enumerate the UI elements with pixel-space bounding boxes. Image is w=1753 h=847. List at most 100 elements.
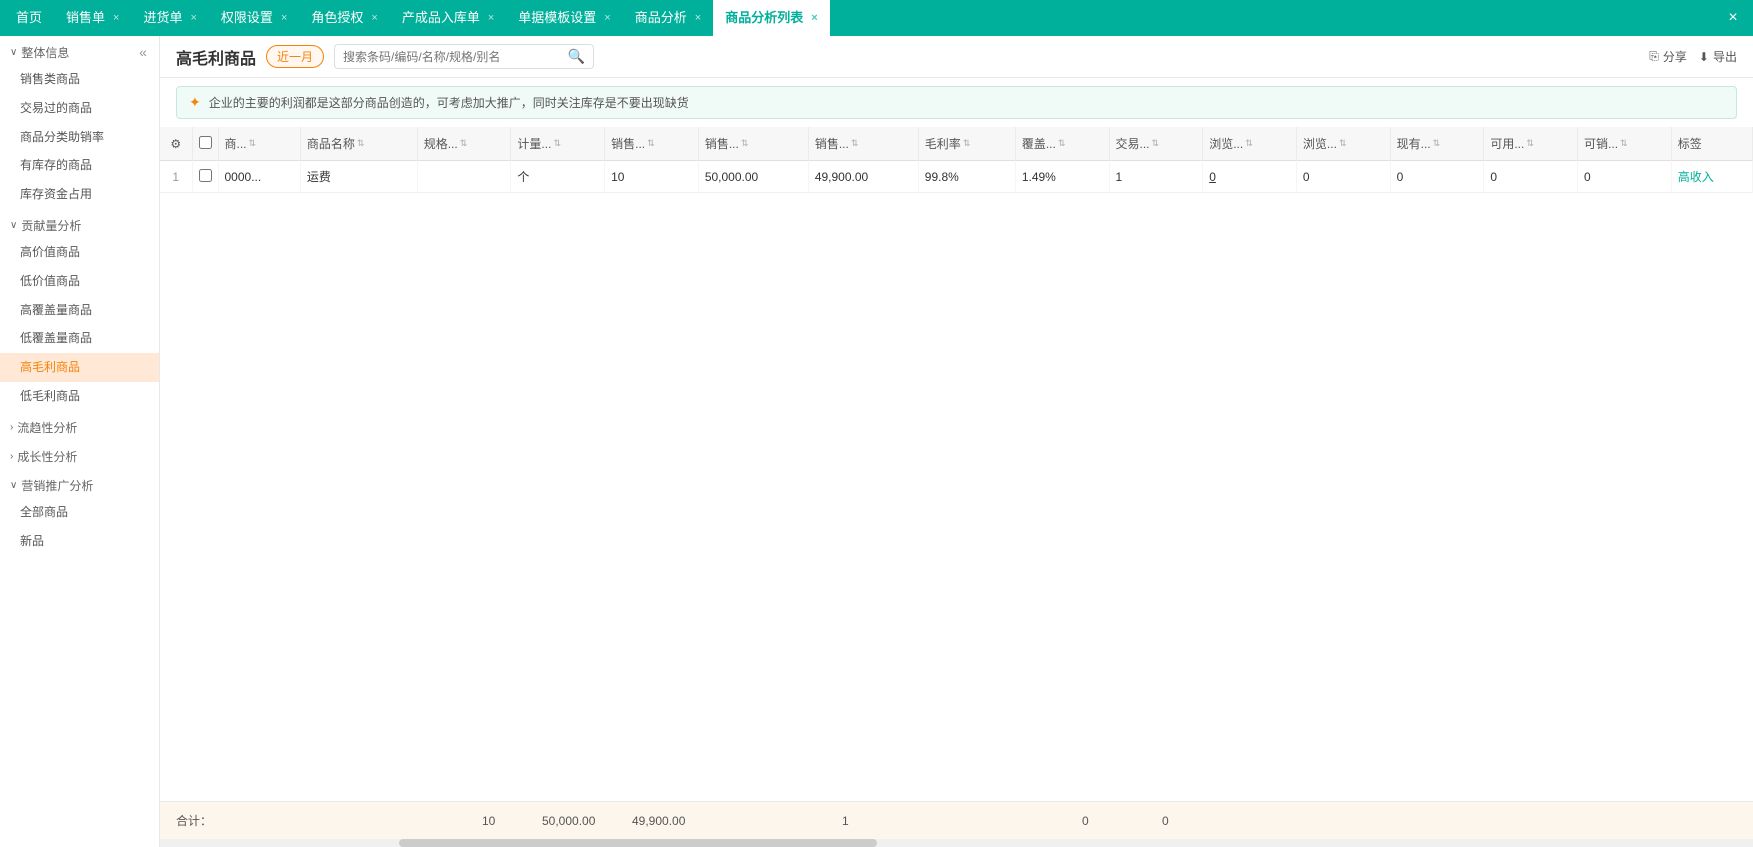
col-browse1[interactable]: 浏览... ⇅ [1203,127,1297,161]
col-settings[interactable]: ⚙ [160,127,192,161]
nav-item-template[interactable]: 单据模板设置 × [506,0,622,36]
table-row: 1 0000... 运费 [160,161,1753,193]
col-unit-sort[interactable]: ⇅ [553,138,561,149]
col-sales2-sort[interactable]: ⇅ [741,138,749,149]
col-sellable[interactable]: 可销... ⇅ [1578,127,1672,161]
nav-item-product-analysis[interactable]: 商品分析 × [623,0,713,36]
col-available-sort[interactable]: ⇅ [1526,138,1534,149]
row-sales2: 50,000.00 [698,161,808,193]
row-checkbox[interactable] [199,169,212,182]
footer-empty1 [256,814,476,828]
nav-item-sales[interactable]: 销售单 × [54,0,131,36]
row-current-stock: 0 [1390,161,1484,193]
close-sales-tab[interactable]: × [113,0,119,36]
sidebar-collapse-button[interactable]: « [133,42,153,62]
sidebar-item-low-value[interactable]: 低价值商品 [0,267,159,296]
close-permission-tab[interactable]: × [281,0,287,36]
col-sales3[interactable]: 销售... ⇅ [808,127,918,161]
sidebar-group-marketing[interactable]: ∨ 营销推广分析 [0,469,159,498]
col-spec-sort[interactable]: ⇅ [460,138,468,149]
col-coverage[interactable]: 覆盖... ⇅ [1015,127,1109,161]
sales-products-label: 销售类商品 [20,72,80,86]
sidebar-group-trend[interactable]: › 流趋性分析 [0,411,159,440]
nav-item-permission[interactable]: 权限设置 × [209,0,299,36]
close-template-tab[interactable]: × [604,0,610,36]
search-icon[interactable]: 🔍 [568,48,585,65]
overall-group-label: 整体信息 [21,44,69,61]
data-table-container: ⚙ 商... ⇅ 商品名称 [160,127,1753,801]
nav-item-role[interactable]: 角色授权 × [299,0,389,36]
nav-item-home[interactable]: 首页 [4,0,54,36]
content-area: 高毛利商品 近一月 🔍 ⎘ 分享 ⬇ 导出 ✦ 企业的主 [160,36,1753,847]
sidebar-item-all-products[interactable]: 全部商品 [0,498,159,527]
traded-products-label: 交易过的商品 [20,101,92,115]
col-gross-rate[interactable]: 毛利率 ⇅ [918,127,1015,161]
col-sales1-sort[interactable]: ⇅ [647,138,655,149]
col-tag[interactable]: 标签 [1671,127,1752,161]
col-browse2-sort[interactable]: ⇅ [1339,138,1347,149]
filter-period-button[interactable]: 近一月 [266,45,324,68]
sidebar-item-high-value[interactable]: 高价值商品 [0,238,159,267]
close-analysis-list-tab[interactable]: × [811,0,817,36]
search-input[interactable] [343,50,564,64]
col-gross-rate-sort[interactable]: ⇅ [963,138,971,149]
bottom-scrollbar[interactable] [160,839,1753,847]
row-unit: 个 [511,161,605,193]
col-available[interactable]: 可用... ⇅ [1484,127,1578,161]
close-purchase-tab[interactable]: × [190,0,196,36]
scrollbar-thumb[interactable] [399,839,877,847]
row-checkbox-cell[interactable] [192,161,218,193]
sidebar-item-high-coverage[interactable]: 高覆盖量商品 [0,296,159,325]
col-current-stock-sort[interactable]: ⇅ [1433,138,1441,149]
settings-icon[interactable]: ⚙ [170,137,181,151]
sidebar-group-growth[interactable]: › 成长性分析 [0,440,159,469]
col-spec[interactable]: 规格... ⇅ [417,127,511,161]
col-sellable-sort[interactable]: ⇅ [1620,138,1628,149]
sidebar-item-instock-products[interactable]: 有库存的商品 [0,151,159,180]
col-checkbox[interactable] [192,127,218,161]
sidebar-item-sales-products[interactable]: 销售类商品 [0,65,159,94]
sidebar-item-new-products[interactable]: 新品 [0,527,159,556]
row-sales1: 10 [605,161,699,193]
sidebar-item-low-margin[interactable]: 低毛利商品 [0,382,159,411]
footer-current-stock: 0 [1076,814,1156,828]
sidebar-item-high-margin[interactable]: 高毛利商品 [0,353,159,382]
sidebar-item-traded-products[interactable]: 交易过的商品 [0,94,159,123]
col-browse1-sort[interactable]: ⇅ [1245,138,1253,149]
sidebar-item-category-rate[interactable]: 商品分类助销率 [0,123,159,152]
sidebar-item-stock-capital[interactable]: 库存资金占用 [0,180,159,209]
nav-item-purchase[interactable]: 进货单 × [131,0,208,36]
sidebar-group-contribution[interactable]: ∨ 贡献量分析 [0,209,159,238]
col-transaction[interactable]: 交易... ⇅ [1109,127,1203,161]
close-role-tab[interactable]: × [371,0,377,36]
nav-item-analysis-list[interactable]: 商品分析列表 × [713,0,829,36]
export-button[interactable]: ⬇ 导出 [1699,48,1737,65]
sidebar-item-low-coverage[interactable]: 低覆盖量商品 [0,324,159,353]
global-close-button[interactable]: × [1717,0,1749,36]
trend-group-label: 流趋性分析 [17,419,77,436]
share-button[interactable]: ⎘ 分享 [1649,48,1687,65]
col-coverage-sort[interactable]: ⇅ [1058,138,1066,149]
col-browse2[interactable]: 浏览... ⇅ [1296,127,1390,161]
close-product-analysis-tab[interactable]: × [695,0,701,36]
export-icon: ⬇ [1699,50,1709,64]
select-all-checkbox[interactable] [199,136,212,149]
close-product-in-tab[interactable]: × [488,0,494,36]
col-sales3-sort[interactable]: ⇅ [851,138,859,149]
col-transaction-sort[interactable]: ⇅ [1152,138,1160,149]
col-name[interactable]: 商品名称 ⇅ [300,127,417,161]
high-margin-label: 高毛利商品 [20,360,80,374]
col-name-sort[interactable]: ⇅ [357,138,365,149]
col-sales2[interactable]: 销售... ⇅ [698,127,808,161]
browse1-link[interactable]: 0 [1209,170,1216,184]
search-box: 🔍 [334,44,594,69]
footer-sales1: 10 [476,814,536,828]
main-layout: « ∨ 整体信息 销售类商品 交易过的商品 商品分类助销率 有库存的商品 库存资… [0,36,1753,847]
col-unit[interactable]: 计量... ⇅ [511,127,605,161]
nav-item-product-in[interactable]: 产成品入库单 × [390,0,506,36]
col-sales1[interactable]: 销售... ⇅ [605,127,699,161]
row-browse1[interactable]: 0 [1203,161,1297,193]
col-code[interactable]: 商... ⇅ [218,127,300,161]
col-current-stock[interactable]: 现有... ⇅ [1390,127,1484,161]
col-code-sort[interactable]: ⇅ [249,138,257,149]
